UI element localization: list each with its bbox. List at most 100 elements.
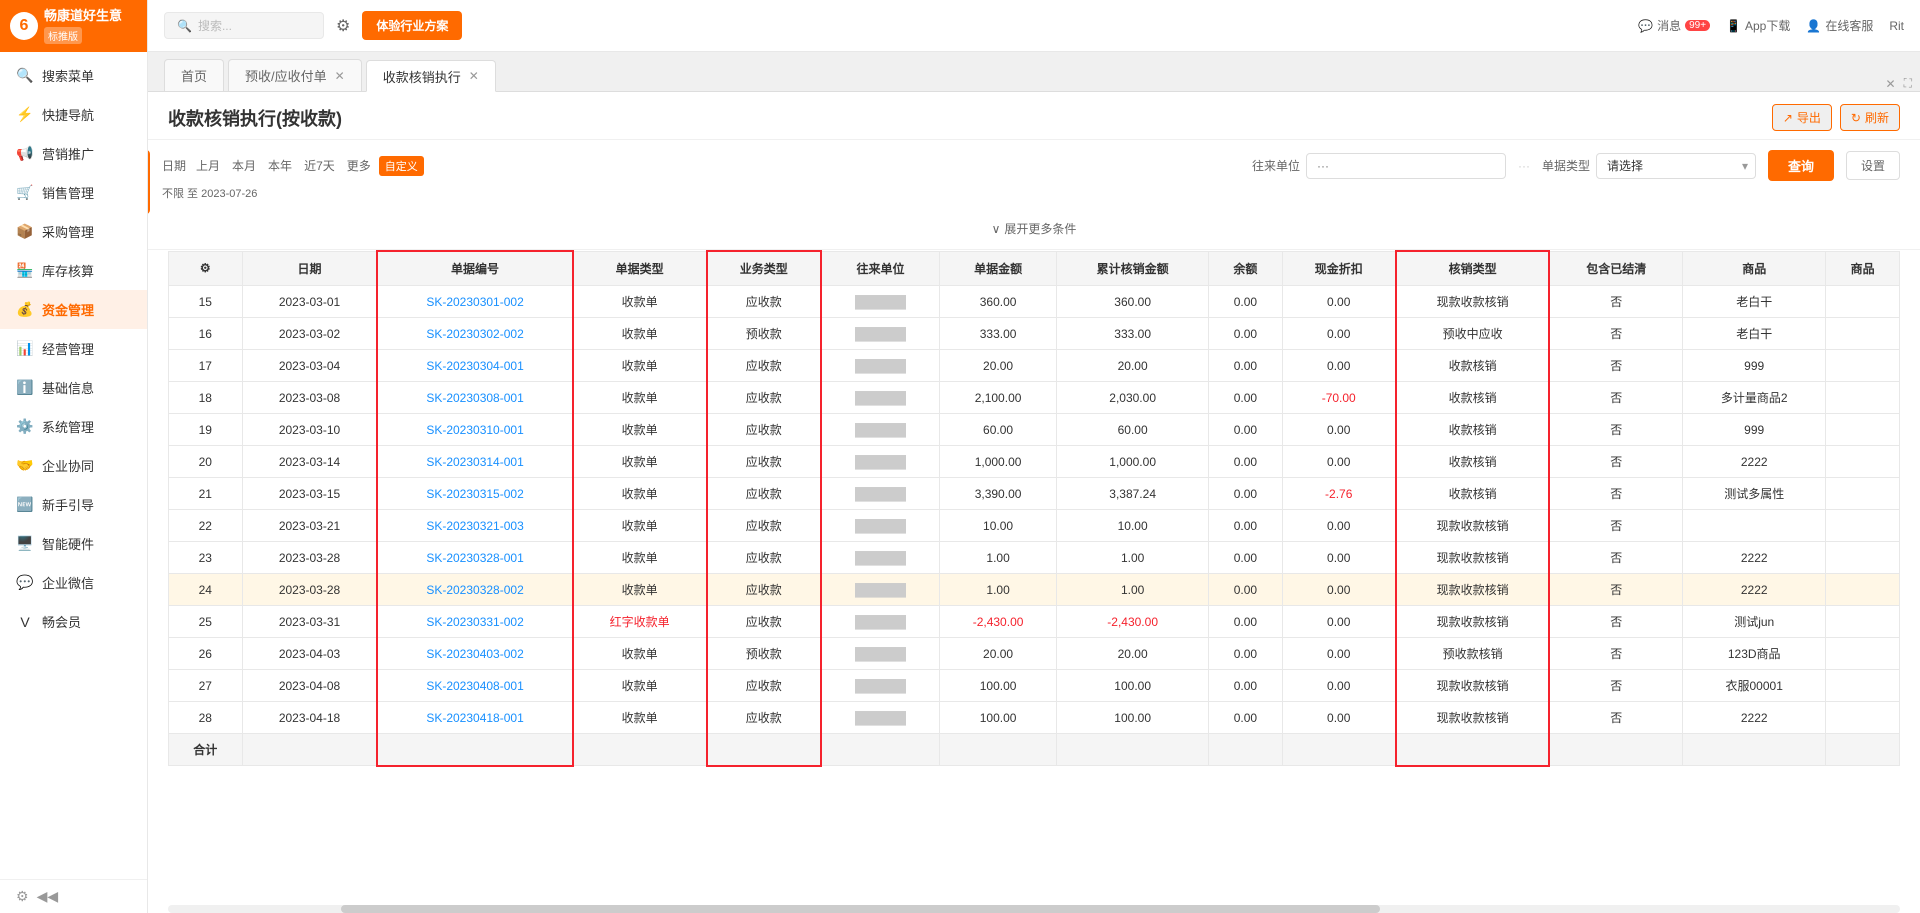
cell-balance: 0.00 <box>1209 702 1283 734</box>
cell-cancel-amount: 1.00 <box>1057 542 1209 574</box>
bill-no-link[interactable]: SK-20230315-002 <box>426 487 523 501</box>
cell-no: 15 <box>169 286 243 318</box>
cell-amount: 1.00 <box>939 574 1056 606</box>
cell-biz-type: 应收款 <box>707 510 821 542</box>
bill-no-link[interactable]: SK-20230310-001 <box>426 423 523 437</box>
cell-goods2 <box>1826 734 1900 766</box>
sidebar-item-guide[interactable]: 🆕新手引导 <box>0 485 147 524</box>
refresh-button[interactable]: ↻ 刷新 <box>1840 104 1900 131</box>
expand-filter-button[interactable]: ∨ 展开更多条件 <box>992 220 1077 237</box>
settings-bottom-icon[interactable]: ⚙ <box>16 888 29 905</box>
maximize-icon[interactable]: ⛶ <box>1904 76 1912 91</box>
bill-no-link[interactable]: SK-20230304-001 <box>426 359 523 373</box>
cell-bill-type: 收款单 <box>573 510 707 542</box>
collapse-icon[interactable]: ◀◀ <box>37 888 59 905</box>
cell-counterpart: ██████ <box>821 414 939 446</box>
cell-counterpart: ██████ <box>821 638 939 670</box>
query-button[interactable]: 查询 <box>1768 150 1834 181</box>
sidebar-item-wechat[interactable]: 💬企业微信 <box>0 563 147 602</box>
topbar-search[interactable]: 🔍 搜索... <box>164 12 324 39</box>
counterpart-input[interactable] <box>1306 153 1506 179</box>
sidebar-icon-basic: ℹ️ <box>16 379 34 396</box>
sidebar-item-hardware[interactable]: 🖥️智能硬件 <box>0 524 147 563</box>
sidebar-item-finance[interactable]: 💰资金管理 <box>0 290 147 329</box>
th-settings[interactable]: ⚙ <box>169 251 243 286</box>
cell-counterpart: ██████ <box>821 510 939 542</box>
sidebar-item-system[interactable]: ⚙️系统管理 <box>0 407 147 446</box>
sidebar-item-search[interactable]: 🔍搜索菜单 <box>0 56 147 95</box>
bill-no-link[interactable]: SK-20230403-002 <box>426 647 523 661</box>
sidebar-item-basic[interactable]: ℹ️基础信息 <box>0 368 147 407</box>
bill-no-link[interactable]: SK-20230408-001 <box>426 679 523 693</box>
date-last-7days[interactable]: 近7天 <box>300 155 339 176</box>
settings-icon[interactable]: ⚙ <box>336 16 350 36</box>
tab-collection[interactable]: 收款核销执行✕ <box>366 60 496 92</box>
online-service-button[interactable]: 👤 在线客服 <box>1806 17 1873 34</box>
filter-toggle-button[interactable]: ≪ <box>148 150 150 214</box>
cell-counterpart: ██████ <box>821 606 939 638</box>
cell-balance: 0.00 <box>1209 670 1283 702</box>
cell-cancel-amount: 100.00 <box>1057 702 1209 734</box>
date-this-year[interactable]: 本年 <box>264 155 296 176</box>
sidebar-item-purchase[interactable]: 📦采购管理 <box>0 212 147 251</box>
tab-home[interactable]: 首页 <box>164 59 224 91</box>
tab-close-prepay[interactable]: ✕ <box>335 69 345 83</box>
bill-no-link[interactable]: SK-20230418-001 <box>426 711 523 725</box>
sidebar-item-sales[interactable]: 🛒销售管理 <box>0 173 147 212</box>
search-placeholder: 搜索... <box>198 17 232 34</box>
cell-counterpart: ██████ <box>821 670 939 702</box>
cell-goods1: 2222 <box>1683 542 1826 574</box>
bill-no-link[interactable]: SK-20230328-002 <box>426 583 523 597</box>
cell-goods2 <box>1826 318 1900 350</box>
table-scrollbar[interactable] <box>168 905 1900 913</box>
sidebar-item-member[interactable]: V畅会员 <box>0 602 147 641</box>
cell-goods2 <box>1826 606 1900 638</box>
cell-amount: 360.00 <box>939 286 1056 318</box>
sidebar-item-operations[interactable]: 📊经营管理 <box>0 329 147 368</box>
tab-close-collection[interactable]: ✕ <box>469 69 479 83</box>
settings-button[interactable]: 设置 <box>1846 151 1900 180</box>
bill-no-link[interactable]: SK-20230302-002 <box>426 327 523 341</box>
cell-included: 否 <box>1549 318 1682 350</box>
sidebar-label-quick-nav: 快捷导航 <box>42 105 94 124</box>
sidebar-item-inventory[interactable]: 🏪库存核算 <box>0 251 147 290</box>
th-balance: 余额 <box>1209 251 1283 286</box>
solution-button[interactable]: 体验行业方案 <box>362 11 462 40</box>
cell-bill-type: 收款单 <box>573 702 707 734</box>
sidebar-item-enterprise[interactable]: 🤝企业协同 <box>0 446 147 485</box>
cell-amount: 20.00 <box>939 638 1056 670</box>
bill-no-link[interactable]: SK-20230301-002 <box>426 295 523 309</box>
cell-date: 2023-03-28 <box>242 574 377 606</box>
sidebar-item-marketing[interactable]: 📢营销推广 <box>0 134 147 173</box>
page-title: 收款核销执行(按收款) <box>168 105 342 131</box>
cell-cancel-amount: 10.00 <box>1057 510 1209 542</box>
cell-bill-no: SK-20230408-001 <box>377 670 572 702</box>
sidebar-item-quick-nav[interactable]: ⚡快捷导航 <box>0 95 147 134</box>
cell-cancel-type: 现款收款核销 <box>1396 606 1550 638</box>
bill-no-link[interactable]: SK-20230331-002 <box>426 615 523 629</box>
date-more[interactable]: 更多 <box>343 155 375 176</box>
close-window-icon[interactable]: ✕ <box>1886 77 1896 91</box>
bill-no-link[interactable]: SK-20230321-003 <box>426 519 523 533</box>
date-this-month[interactable]: 本月 <box>228 155 260 176</box>
cell-bill-no: SK-20230328-001 <box>377 542 572 574</box>
bill-no-link[interactable]: SK-20230328-001 <box>426 551 523 565</box>
cell-bill-type: 收款单 <box>573 638 707 670</box>
cell-discount: 0.00 <box>1282 702 1396 734</box>
counterpart-filter: 往来单位 <box>1252 153 1506 179</box>
bill-no-link[interactable]: SK-20230308-001 <box>426 391 523 405</box>
app-download-button[interactable]: 📱 App下载 <box>1726 17 1790 34</box>
message-button[interactable]: 💬 消息 99+ <box>1638 17 1710 34</box>
cell-balance: 0.00 <box>1209 574 1283 606</box>
bill-type-select[interactable]: 请选择 <box>1596 153 1756 179</box>
cell-cancel-amount: -2,430.00 <box>1057 606 1209 638</box>
table-row: 25 2023-03-31 SK-20230331-002 红字收款单 应收款 … <box>169 606 1900 638</box>
cell-biz-type: 应收款 <box>707 446 821 478</box>
date-last-month[interactable]: 上月 <box>192 155 224 176</box>
bill-no-link[interactable]: SK-20230314-001 <box>426 455 523 469</box>
date-custom-button[interactable]: 自定义 <box>379 156 424 176</box>
cell-discount: 0.00 <box>1282 510 1396 542</box>
user-profile[interactable]: Rit <box>1889 19 1904 33</box>
tab-prepay[interactable]: 预收/应收付单✕ <box>228 59 362 91</box>
export-button[interactable]: ↗ 导出 <box>1772 104 1832 131</box>
